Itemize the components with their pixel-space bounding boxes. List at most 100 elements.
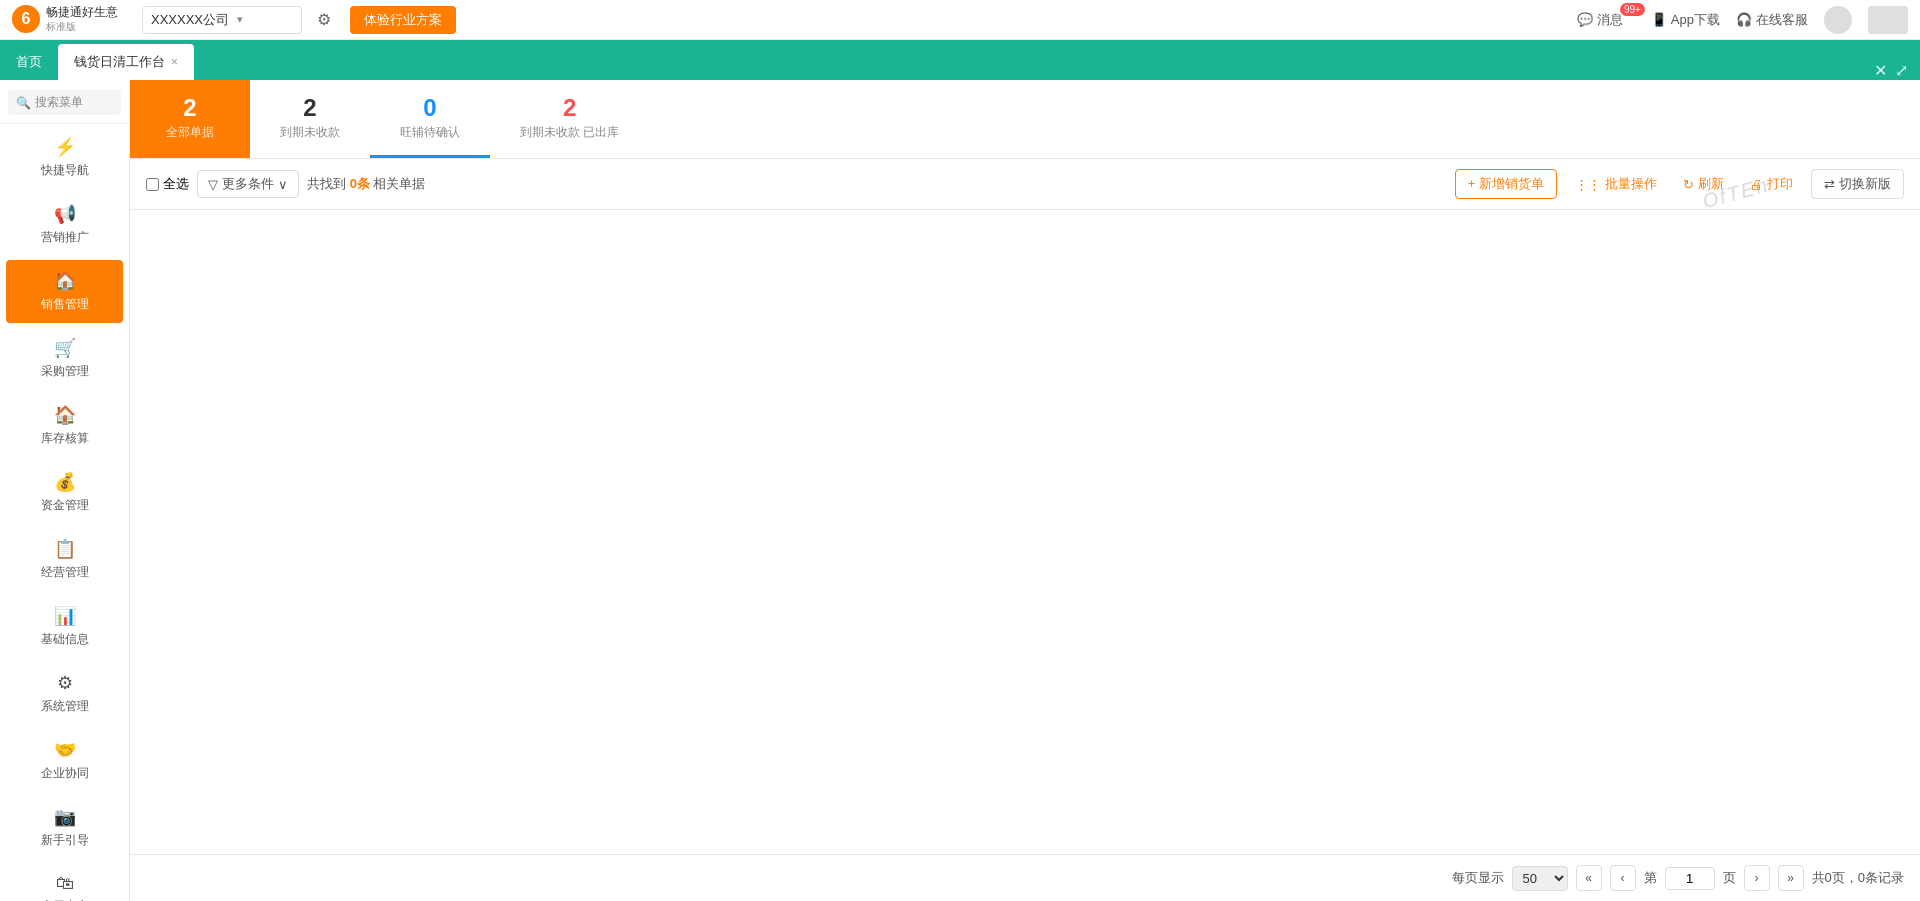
purchase-icon: 🛒 bbox=[54, 337, 76, 359]
refresh-label: 刷新 bbox=[1698, 175, 1724, 193]
message-label: 消息 bbox=[1597, 11, 1623, 29]
tab-work-bench[interactable]: 钱货日清工作台 × bbox=[58, 44, 194, 80]
sidebar-item-basic[interactable]: 📊 基础信息 bbox=[6, 595, 123, 658]
refresh-btn[interactable]: ↻ 刷新 bbox=[1675, 171, 1732, 197]
sidebar-item-guide[interactable]: 📷 新手引导 bbox=[6, 796, 123, 859]
message-badge: 99+ bbox=[1620, 3, 1645, 16]
app-icon: 📱 bbox=[1651, 12, 1667, 27]
card-overdue-shipped[interactable]: 2 到期未收款 已出库 bbox=[490, 80, 649, 158]
logo-version: 标准版 bbox=[46, 20, 118, 34]
prev-page-btn[interactable]: ‹ bbox=[1610, 865, 1636, 891]
card-pending[interactable]: 0 旺辅待确认 bbox=[370, 80, 490, 158]
tab-home[interactable]: 首页 bbox=[0, 44, 58, 80]
select-all-input[interactable] bbox=[146, 178, 159, 191]
batch-ops-btn[interactable]: ⋮⋮ 批量操作 bbox=[1567, 171, 1665, 197]
sidebar-item-finance[interactable]: 💰 资金管理 bbox=[6, 461, 123, 524]
add-sale-order-btn[interactable]: + 新增销货单 bbox=[1455, 169, 1557, 199]
page-suffix: 页 bbox=[1723, 869, 1736, 887]
card-overdue-count: 2 bbox=[280, 94, 340, 122]
guide-icon: 📷 bbox=[54, 806, 76, 828]
switch-label: 切换新版 bbox=[1839, 175, 1891, 193]
sidebar-item-system[interactable]: ⚙ 系统管理 bbox=[6, 662, 123, 725]
work-bench-label: 钱货日清工作台 bbox=[74, 53, 165, 71]
sales-icon: 🏠 bbox=[54, 270, 76, 292]
trial-button[interactable]: 体验行业方案 bbox=[350, 6, 456, 34]
enterprise-icon: 🤝 bbox=[54, 739, 76, 761]
card-overdue-shipped-label: 到期未收款 已出库 bbox=[520, 124, 619, 141]
switch-icon: ⇄ bbox=[1824, 177, 1835, 192]
toolbar-left: 全选 ▽ 更多条件 ∨ 共找到 0条 相关单据 bbox=[146, 170, 1447, 198]
sidebar-item-marketing[interactable]: 📢 营销推广 bbox=[6, 193, 123, 256]
found-prefix: 共找到 bbox=[307, 176, 346, 191]
card-all-label: 全部单据 bbox=[160, 124, 220, 141]
found-count: 0条 bbox=[350, 176, 370, 191]
card-overdue[interactable]: 2 到期未收款 bbox=[250, 80, 370, 158]
batch-label: 批量操作 bbox=[1605, 175, 1657, 193]
toolbar-right: + 新增销货单 ⋮⋮ 批量操作 ↻ 刷新 🖨 打印 ⇄ 切换新版 bbox=[1455, 169, 1904, 199]
card-overdue-label: 到期未收款 bbox=[280, 124, 340, 141]
current-page-input[interactable] bbox=[1665, 867, 1715, 890]
inventory-label: 库存核算 bbox=[41, 430, 89, 447]
settings-icon[interactable]: ⚙ bbox=[310, 6, 338, 34]
message-btn[interactable]: 💬 消息 99+ bbox=[1565, 11, 1635, 29]
sidebar-item-purchase[interactable]: 🛒 采购管理 bbox=[6, 327, 123, 390]
switch-version-btn[interactable]: ⇄ 切换新版 bbox=[1811, 169, 1904, 199]
home-tab-label: 首页 bbox=[16, 53, 42, 71]
page-size-label: 每页显示 bbox=[1452, 869, 1504, 887]
sidebar-item-appstore[interactable]: 🛍 应用中心 bbox=[6, 863, 123, 901]
company-arrow-icon: ▾ bbox=[237, 13, 243, 26]
sidebar-item-quick-nav[interactable]: ⚡ 快捷导航 bbox=[6, 126, 123, 189]
topbar: 6 畅捷通好生意 标准版 XXXXXX公司 ▾ ⚙ 体验行业方案 💬 消息 99… bbox=[0, 0, 1920, 40]
close-window-btn[interactable]: ✕ bbox=[1874, 61, 1887, 80]
found-suffix: 相关单据 bbox=[373, 176, 425, 191]
tab-actions: ✕ ⤢ bbox=[1874, 61, 1920, 80]
card-pending-label: 旺辅待确认 bbox=[400, 124, 460, 141]
close-tab-icon[interactable]: × bbox=[171, 55, 178, 69]
content-area: 2 全部单据 2 到期未收款 0 旺辅待确认 2 到期未收款 已出库 全选 bbox=[130, 80, 1920, 901]
table-area bbox=[130, 210, 1920, 854]
search-placeholder: 搜索菜单 bbox=[35, 94, 83, 111]
logo: 6 畅捷通好生意 标准版 bbox=[12, 5, 142, 33]
enterprise-label: 企业协同 bbox=[41, 765, 89, 782]
avatar[interactable] bbox=[1824, 6, 1852, 34]
print-btn[interactable]: 🖨 打印 bbox=[1742, 171, 1801, 197]
summary-cards: 2 全部单据 2 到期未收款 0 旺辅待确认 2 到期未收款 已出库 bbox=[130, 80, 1920, 159]
next-page-btn[interactable]: › bbox=[1744, 865, 1770, 891]
company-selector[interactable]: XXXXXX公司 ▾ bbox=[142, 6, 302, 34]
sidebar: 🔍 搜索菜单 ⚡ 快捷导航 📢 营销推广 🏠 销售管理 🛒 采购管理 🏠 库存核… bbox=[0, 80, 130, 901]
print-icon: 🖨 bbox=[1750, 177, 1763, 192]
filter-arrow-icon: ∨ bbox=[278, 177, 288, 192]
page-size-select[interactable]: 50 10 20 100 bbox=[1512, 866, 1568, 891]
operations-icon: 📋 bbox=[54, 538, 76, 560]
sidebar-item-inventory[interactable]: 🏠 库存核算 bbox=[6, 394, 123, 457]
card-all[interactable]: 2 全部单据 bbox=[130, 80, 250, 158]
system-label: 系统管理 bbox=[41, 698, 89, 715]
app-download-label: App下载 bbox=[1671, 11, 1720, 29]
sidebar-item-enterprise[interactable]: 🤝 企业协同 bbox=[6, 729, 123, 792]
first-page-btn[interactable]: « bbox=[1576, 865, 1602, 891]
purchase-label: 采购管理 bbox=[41, 363, 89, 380]
online-service-btn[interactable]: 🎧 在线客服 bbox=[1736, 11, 1808, 29]
select-all-label: 全选 bbox=[163, 175, 189, 193]
filter-button[interactable]: ▽ 更多条件 ∨ bbox=[197, 170, 299, 198]
batch-icon: ⋮⋮ bbox=[1575, 177, 1601, 192]
select-all-checkbox[interactable]: 全选 bbox=[146, 175, 189, 193]
main-layout: 🔍 搜索菜单 ⚡ 快捷导航 📢 营销推广 🏠 销售管理 🛒 采购管理 🏠 库存核… bbox=[0, 80, 1920, 901]
appstore-icon: 🛍 bbox=[56, 873, 74, 894]
last-page-btn[interactable]: » bbox=[1778, 865, 1804, 891]
company-name: XXXXXX公司 bbox=[151, 11, 229, 29]
inventory-icon: 🏠 bbox=[54, 404, 76, 426]
print-label: 打印 bbox=[1767, 175, 1793, 193]
sidebar-search[interactable]: 🔍 搜索菜单 bbox=[0, 80, 129, 124]
app-download-btn[interactable]: 📱 App下载 bbox=[1651, 11, 1720, 29]
card-pending-count: 0 bbox=[400, 94, 460, 122]
search-inner[interactable]: 🔍 搜索菜单 bbox=[8, 90, 121, 115]
sidebar-item-sales[interactable]: 🏠 销售管理 bbox=[6, 260, 123, 323]
logo-text-block: 畅捷通好生意 标准版 bbox=[46, 5, 118, 33]
sidebar-item-operations[interactable]: 📋 经营管理 bbox=[6, 528, 123, 591]
quick-nav-label: 快捷导航 bbox=[41, 162, 89, 179]
search-icon: 🔍 bbox=[16, 96, 31, 110]
operations-label: 经营管理 bbox=[41, 564, 89, 581]
expand-window-btn[interactable]: ⤢ bbox=[1895, 61, 1908, 80]
card-all-count: 2 bbox=[160, 94, 220, 122]
